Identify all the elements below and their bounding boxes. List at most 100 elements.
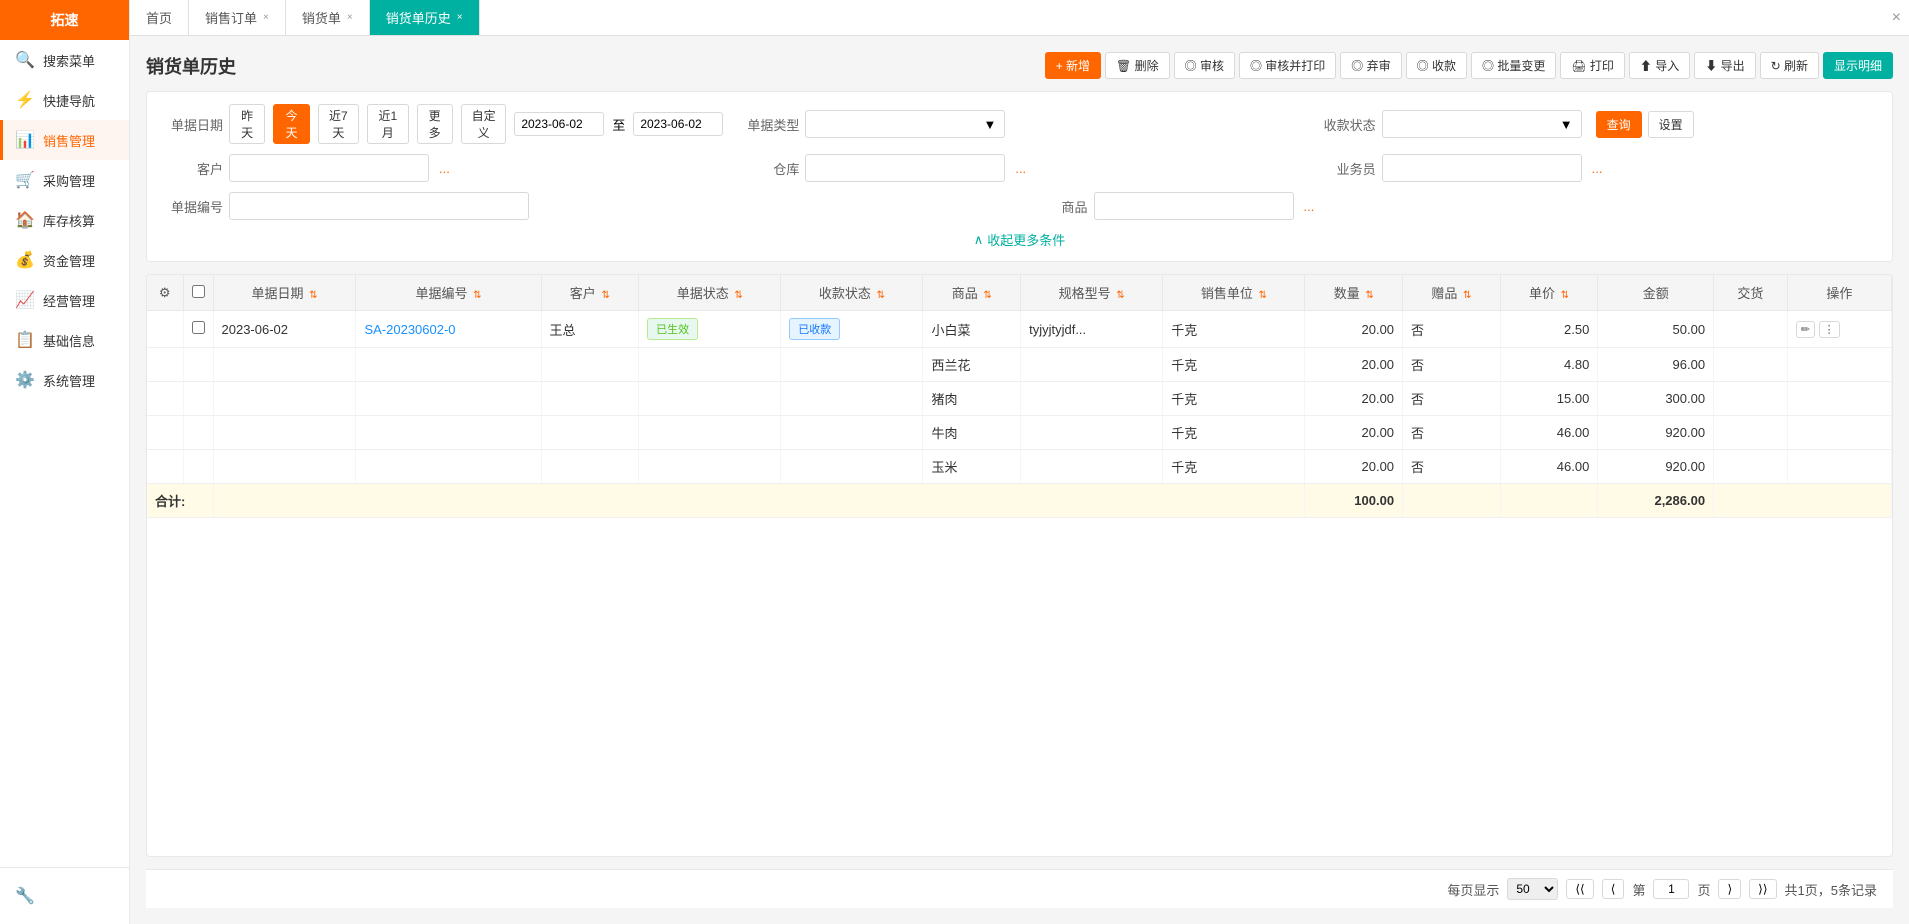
col-qty-label: 数量: [1334, 286, 1360, 301]
date-range-row: 昨天 今天 近7天 近1月 更多 自定义 至: [229, 104, 723, 144]
next-page-btn[interactable]: ⟩: [1718, 879, 1741, 899]
sidebar-item-label: 系统管理: [43, 371, 95, 390]
table-row: 牛肉 千克 20.00 否 46.00 920.00: [147, 416, 1892, 450]
col-spec-type[interactable]: 规格型号 ⇅: [1021, 275, 1163, 311]
delete-button[interactable]: 🗑 删除: [1105, 52, 1170, 79]
sidebar-item-search-menu[interactable]: 🔍 搜索菜单: [0, 40, 129, 80]
abandon-button[interactable]: ◎ 弃审: [1340, 52, 1401, 79]
row-collect-status-2: [781, 382, 923, 416]
collect-button[interactable]: ◎ 收款: [1406, 52, 1467, 79]
row-gift-3: 否: [1403, 416, 1501, 450]
batch-change-button[interactable]: ◎ 批量变更: [1471, 52, 1556, 79]
col-amount: 金额: [1598, 275, 1714, 311]
table-container: ⚙ 单据日期 ⇅ 单据编号 ⇅: [146, 274, 1893, 857]
query-button[interactable]: 查询: [1596, 111, 1642, 138]
tab-sales-history[interactable]: 销货单历史 ×: [370, 0, 480, 35]
filter-customer-input[interactable]: [229, 154, 429, 182]
page-input[interactable]: [1653, 879, 1689, 899]
col-collect-status[interactable]: 收款状态 ⇅: [781, 275, 923, 311]
tab-bar-close[interactable]: ×: [1892, 9, 1909, 27]
sidebar-item-finance-mgmt[interactable]: 💰 资金管理: [0, 240, 129, 280]
show-detail-button[interactable]: 显示明细: [1823, 52, 1893, 79]
sidebar-item-quick-nav[interactable]: ⚡ 快捷导航: [0, 80, 129, 120]
sidebar-item-settings[interactable]: 🔧: [0, 876, 129, 916]
tab-sales-goods[interactable]: 销货单 ×: [286, 0, 370, 35]
tab-sales-history-close[interactable]: ×: [457, 12, 463, 23]
filter-warehouse-label: 仓库: [739, 159, 799, 178]
filter-warehouse-item: 仓库 ...: [739, 154, 1299, 182]
col-doc-no[interactable]: 单据编号 ⇅: [356, 275, 541, 311]
print-button[interactable]: 🖨 打印: [1560, 52, 1625, 79]
row-doc-no-0[interactable]: SA-20230602-0: [356, 311, 541, 348]
refresh-button[interactable]: ↻ 刷新: [1760, 52, 1819, 79]
sidebar-item-sys-mgmt[interactable]: ⚙️ 系统管理: [0, 360, 129, 400]
goods-ellipsis-btn[interactable]: ...: [1300, 199, 1319, 214]
first-page-btn[interactable]: ⟨⟨: [1566, 879, 1593, 899]
sidebar-item-purchase-mgmt[interactable]: 🛒 采购管理: [0, 160, 129, 200]
sidebar-item-base-info[interactable]: 📋 基础信息: [0, 320, 129, 360]
col-spec-type-label: 规格型号: [1059, 286, 1111, 301]
row-qty-4: 20.00: [1305, 450, 1403, 484]
prev-page-btn[interactable]: ⟨: [1602, 879, 1625, 899]
date-1month-btn[interactable]: 近1月: [367, 104, 408, 144]
tab-sales-order[interactable]: 销售订单 ×: [189, 0, 286, 35]
tab-sales-order-close[interactable]: ×: [263, 12, 269, 23]
date-7days-btn[interactable]: 近7天: [318, 104, 359, 144]
filter-goods-input[interactable]: [1094, 192, 1294, 220]
new-button[interactable]: + 新增: [1045, 52, 1101, 79]
col-actions: 操作: [1787, 275, 1891, 311]
last-page-btn[interactable]: ⟩⟩: [1749, 879, 1776, 899]
gear-icon[interactable]: ⚙: [159, 285, 171, 300]
search-menu-icon: 🔍: [15, 50, 35, 70]
date-from-input[interactable]: [514, 112, 604, 136]
date-today-btn[interactable]: 今天: [273, 104, 309, 144]
sidebar-logo: 拓速: [0, 0, 129, 40]
import-button[interactable]: ⬆ 导入: [1629, 52, 1690, 79]
warehouse-ellipsis-btn[interactable]: ...: [1011, 161, 1030, 176]
customer-ellipsis-btn[interactable]: ...: [435, 161, 454, 176]
col-qty[interactable]: 数量 ⇅: [1305, 275, 1403, 311]
filter-row-1: 单据日期 昨天 今天 近7天 近1月 更多 自定义 至 单据类型: [163, 104, 1876, 144]
col-doc-status[interactable]: 单据状态 ⇅: [639, 275, 781, 311]
date-more-btn[interactable]: 更多: [417, 104, 453, 144]
sidebar-item-inventory-calc[interactable]: 🏠 库存核算: [0, 200, 129, 240]
col-unit-price[interactable]: 单价 ⇅: [1500, 275, 1598, 311]
filter-doctype-select[interactable]: ▼: [805, 110, 1005, 138]
col-doc-date[interactable]: 单据日期 ⇅: [213, 275, 356, 311]
row-doc-status-4: [639, 450, 781, 484]
filter-collect-status-select[interactable]: ▼: [1382, 110, 1582, 138]
salesperson-ellipsis-btn[interactable]: ...: [1588, 161, 1607, 176]
col-goods[interactable]: 商品 ⇅: [923, 275, 1021, 311]
row-checkbox-0[interactable]: [192, 321, 205, 334]
sidebar-item-sales-mgmt[interactable]: 📊 销售管理: [0, 120, 129, 160]
row-spec-type-2: [1021, 382, 1163, 416]
filter-warehouse-input[interactable]: [805, 154, 1005, 182]
tab-sales-history-label: 销货单历史: [386, 8, 451, 27]
collapse-button[interactable]: ∧ 收起更多条件: [163, 230, 1876, 249]
filter-salesperson-input[interactable]: [1382, 154, 1582, 182]
tab-sales-goods-close[interactable]: ×: [347, 12, 353, 23]
table-body: 2023-06-02 SA-20230602-0 王总 已生效 已收款 小白菜 …: [147, 311, 1892, 484]
row-doc-no-1: [356, 348, 541, 382]
select-all-checkbox[interactable]: [192, 285, 205, 298]
date-to-input[interactable]: [633, 112, 723, 136]
export-button[interactable]: ⬇ 导出: [1694, 52, 1755, 79]
col-gift[interactable]: 赠品 ⇅: [1403, 275, 1501, 311]
col-checkbox: [183, 275, 213, 311]
tab-home[interactable]: 首页: [130, 0, 189, 35]
row-edit-btn-0[interactable]: ✏: [1796, 321, 1815, 338]
audit-print-button[interactable]: ◎ 审核并打印: [1239, 52, 1336, 79]
row-customer-1: [541, 348, 639, 382]
date-yesterday-btn[interactable]: 昨天: [229, 104, 265, 144]
settings-button[interactable]: 设置: [1648, 111, 1694, 138]
sidebar-item-ops-mgmt[interactable]: 📈 经营管理: [0, 280, 129, 320]
audit-button[interactable]: ◎ 审核: [1174, 52, 1235, 79]
per-page-select[interactable]: 50 10 20 100: [1507, 878, 1558, 900]
row-more-btn-0[interactable]: ⋮: [1819, 321, 1840, 338]
base-info-icon: 📋: [15, 330, 35, 350]
filter-docno-input[interactable]: [229, 192, 529, 220]
date-custom-btn[interactable]: 自定义: [461, 104, 506, 144]
col-customer[interactable]: 客户 ⇅: [541, 275, 639, 311]
col-sales-unit[interactable]: 销售单位 ⇅: [1163, 275, 1305, 311]
per-page-label: 每页显示: [1447, 880, 1499, 899]
